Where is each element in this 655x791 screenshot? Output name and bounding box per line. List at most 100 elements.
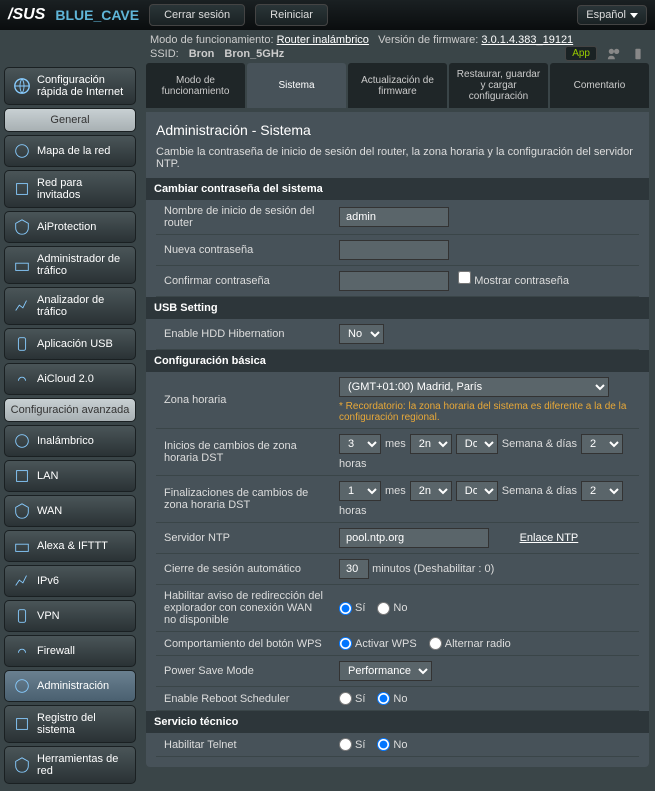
sidebar-item[interactable]: Red para invitados [4, 170, 136, 208]
sidebar-label: Administración [37, 680, 109, 692]
confirm-pass-input[interactable] [339, 271, 449, 291]
telnet-no[interactable]: No [377, 738, 407, 751]
sidebar-label: AiProtection [37, 221, 96, 233]
dst-horas: horas [339, 458, 367, 470]
sidebar-item[interactable]: Administrador de tráfico [4, 246, 136, 284]
telnet-yes[interactable]: Sí [339, 738, 365, 751]
show-pass-label: Mostrar contraseña [474, 275, 569, 287]
dst-start-week[interactable]: 2nd [410, 434, 452, 454]
ntp-link[interactable]: Enlace NTP [520, 532, 579, 544]
tz-select[interactable]: (GMT+01:00) Madrid, París [339, 377, 609, 397]
logout-button[interactable]: Cerrar sesión [149, 4, 245, 26]
reboot-button[interactable]: Reiniciar [255, 4, 328, 26]
telnet-label: Habilitar Telnet [156, 733, 331, 757]
sidebar-label: Red para invitados [37, 177, 127, 201]
wps-toggle[interactable]: Alternar radio [429, 637, 511, 650]
new-pass-label: Nueva contraseña [156, 235, 331, 266]
sidebar-item[interactable]: AiCloud 2.0 [4, 363, 136, 395]
nav-icon [13, 256, 31, 274]
dst-end-day[interactable]: Dom [456, 481, 498, 501]
wan-redirect-yes[interactable]: Sí [339, 602, 365, 615]
sidebar-item[interactable]: Aplicación USB [4, 328, 136, 360]
section-password: Cambiar contraseña del sistema [146, 178, 649, 200]
sidebar-label: WAN [37, 505, 62, 517]
sidebar-label: Mapa de la red [37, 145, 110, 157]
tab[interactable]: Actualización de firmware [348, 63, 447, 108]
fw-link[interactable]: 3.0.1.4.383_19121 [481, 34, 573, 46]
sidebar-item[interactable]: VPN [4, 600, 136, 632]
sidebar-item[interactable]: Firewall [4, 635, 136, 667]
nav-icon [13, 677, 31, 695]
ssid-2: Bron_5GHz [224, 48, 284, 60]
dst-start-month[interactable]: 3 [339, 434, 381, 454]
sidebar-item[interactable]: LAN [4, 460, 136, 492]
dst-end-label: Finalizaciones de cambios de zona horari… [156, 476, 331, 523]
sidebar-header-advanced: Configuración avanzada [4, 398, 136, 422]
wan-redirect-no[interactable]: No [377, 602, 407, 615]
usb-icon[interactable] [631, 47, 645, 61]
sidebar-item[interactable]: Mapa de la red [4, 135, 136, 167]
new-pass-input[interactable] [339, 240, 449, 260]
dst-end-month[interactable]: 1 [339, 481, 381, 501]
dst-start-hour[interactable]: 2 [581, 434, 623, 454]
ssid-label: SSID: [150, 48, 179, 60]
nav-icon [13, 218, 31, 236]
sidebar-item[interactable]: Herramientas de red [4, 746, 136, 784]
psm-label: Power Save Mode [156, 656, 331, 687]
tab[interactable]: Restaurar, guardar y cargar configuració… [449, 63, 548, 108]
sidebar-label: Inalámbrico [37, 435, 94, 447]
nav-icon [13, 642, 31, 660]
tz-label: Zona horaria [156, 372, 331, 429]
sidebar-item[interactable]: WAN [4, 495, 136, 527]
sidebar-label: Alexa & IFTTT [37, 540, 108, 552]
language-label: Español [586, 9, 626, 21]
reboot-sched-no[interactable]: No [377, 692, 407, 705]
auto-logout-unit: minutos (Deshabilitar : 0) [372, 563, 494, 575]
confirm-pass-label: Confirmar contraseña [156, 266, 331, 297]
nav-icon [13, 142, 31, 160]
app-badge[interactable]: App [565, 46, 597, 61]
tz-note: * Recordatorio: la zona horaria del sist… [339, 401, 631, 423]
chevron-down-icon [630, 13, 638, 18]
tab[interactable]: Modo de funcionamiento [146, 63, 245, 108]
sidebar-label: Herramientas de red [37, 753, 127, 777]
nav-icon [13, 756, 31, 774]
sidebar-item[interactable]: Inalámbrico [4, 425, 136, 457]
tab[interactable]: Sistema [247, 63, 346, 108]
hdd-hib-select[interactable]: No [339, 324, 384, 344]
panel-title: Administración - Sistema [156, 122, 639, 138]
brand-logo: /SUS [8, 6, 45, 24]
login-name-input[interactable] [339, 207, 449, 227]
auto-logout-input[interactable] [339, 559, 369, 579]
nav-icon [13, 297, 31, 315]
show-pass-checkbox[interactable] [458, 271, 471, 284]
sidebar-item[interactable]: Alexa & IFTTT [4, 530, 136, 562]
nav-icon [13, 180, 31, 198]
language-dropdown[interactable]: Español [577, 5, 647, 25]
sidebar-label: AiCloud 2.0 [37, 373, 94, 385]
reboot-sched-yes[interactable]: Sí [339, 692, 365, 705]
mode-link[interactable]: Router inalámbrico [277, 34, 369, 46]
dst-weekdays: Semana & días [502, 438, 577, 450]
section-service: Servicio técnico [146, 711, 649, 733]
mode-label: Modo de funcionamiento: [150, 34, 274, 46]
nav-icon [13, 607, 31, 625]
sidebar-item[interactable]: Analizador de tráfico [4, 287, 136, 325]
dst-mes: mes [385, 438, 406, 450]
dst-start-day[interactable]: Dom [456, 434, 498, 454]
sidebar-item[interactable]: IPv6 [4, 565, 136, 597]
sidebar-item[interactable]: Administración [4, 670, 136, 702]
ntp-input[interactable] [339, 528, 489, 548]
psm-select[interactable]: Performance [339, 661, 432, 681]
dst-end-week[interactable]: 2nd [410, 481, 452, 501]
sidebar-label: Analizador de tráfico [37, 294, 127, 318]
sidebar-item[interactable]: Registro del sistema [4, 705, 136, 743]
sidebar-item[interactable]: AiProtection [4, 211, 136, 243]
sidebar-quick-setup[interactable]: Configuración rápida de Internet [4, 67, 136, 105]
tab[interactable]: Comentario [550, 63, 649, 108]
sidebar-label: Registro del sistema [37, 712, 127, 736]
dst-end-hour[interactable]: 2 [581, 481, 623, 501]
users-icon[interactable] [607, 47, 621, 61]
auto-logout-label: Cierre de sesión automático [156, 554, 331, 585]
wps-activate[interactable]: Activar WPS [339, 637, 417, 650]
